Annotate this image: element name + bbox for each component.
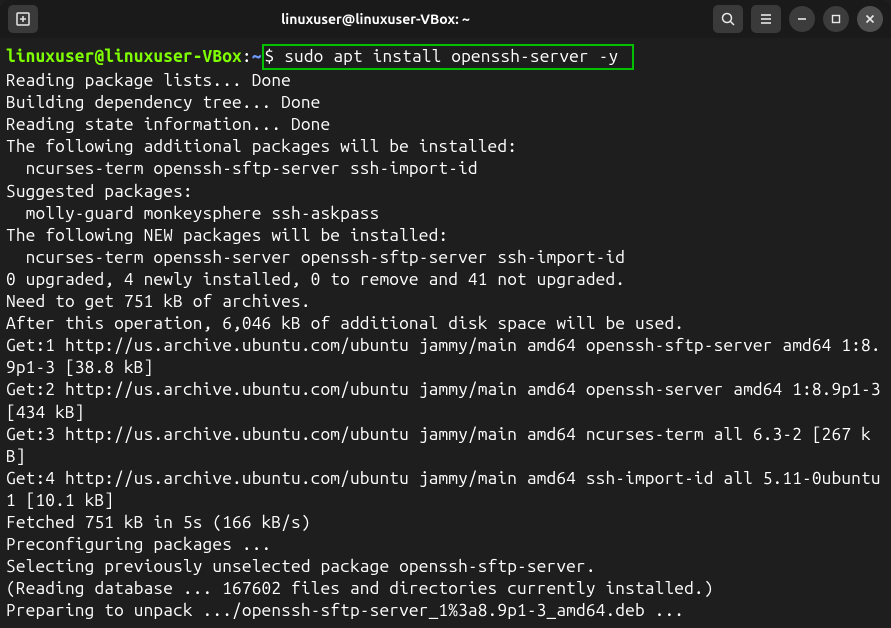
prompt-colon: : [242,47,252,66]
new-tab-button[interactable] [8,5,38,33]
output-line: (Reading database ... 167602 files and d… [6,579,714,598]
output-line: The following NEW packages will be insta… [6,226,448,245]
output-line: ncurses-term openssh-sftp-server ssh-imp… [6,159,478,178]
prompt-user-host: linuxuser@linuxuser-VBox [6,47,242,66]
terminal-body[interactable]: linuxuser@linuxuser-VBox:~$ sudo apt ins… [0,38,891,628]
maximize-button[interactable] [823,6,849,32]
command-highlight: $ sudo apt install openssh-server -y [262,44,635,70]
output-line: Fetched 751 kB in 5s (166 kB/s) [6,513,311,532]
prompt-path: ~ [252,47,262,66]
prompt-dollar: $ [265,47,285,66]
output-line: 0 upgraded, 4 newly installed, 0 to remo… [6,270,625,289]
output-line: molly-guard monkeysphere ssh-askpass [6,204,379,223]
output-line: Building dependency tree... Done [6,93,320,112]
hamburger-menu-button[interactable] [751,5,781,33]
output-line: Need to get 751 kB of archives. [6,292,311,311]
window-title: linuxuser@linuxuser-VBox: ~ [281,11,470,27]
close-button[interactable] [857,6,883,32]
window-titlebar: linuxuser@linuxuser-VBox: ~ [0,0,891,38]
output-line: Preparing to unpack .../openssh-sftp-ser… [6,601,684,620]
output-line: Get:1 http://us.archive.ubuntu.com/ubunt… [6,336,881,377]
output-line: Suggested packages: [6,182,193,201]
output-line: Get:4 http://us.archive.ubuntu.com/ubunt… [6,469,881,510]
output-line: Selecting previously unselected package … [6,557,596,576]
output-line: Preconfiguring packages ... [6,535,271,554]
output-line: Reading package lists... Done [6,71,291,90]
search-button[interactable] [713,5,743,33]
minimize-button[interactable] [789,6,815,32]
output-line: Get:3 http://us.archive.ubuntu.com/ubunt… [6,425,871,466]
command-text: sudo apt install openssh-server -y [284,47,618,66]
output-line: Get:2 http://us.archive.ubuntu.com/ubunt… [6,380,890,421]
output-line: Reading state information... Done [6,115,330,134]
output-line: The following additional packages will b… [6,137,517,156]
output-line: ncurses-term openssh-server openssh-sftp… [6,248,625,267]
output-line: After this operation, 6,046 kB of additi… [6,314,684,333]
